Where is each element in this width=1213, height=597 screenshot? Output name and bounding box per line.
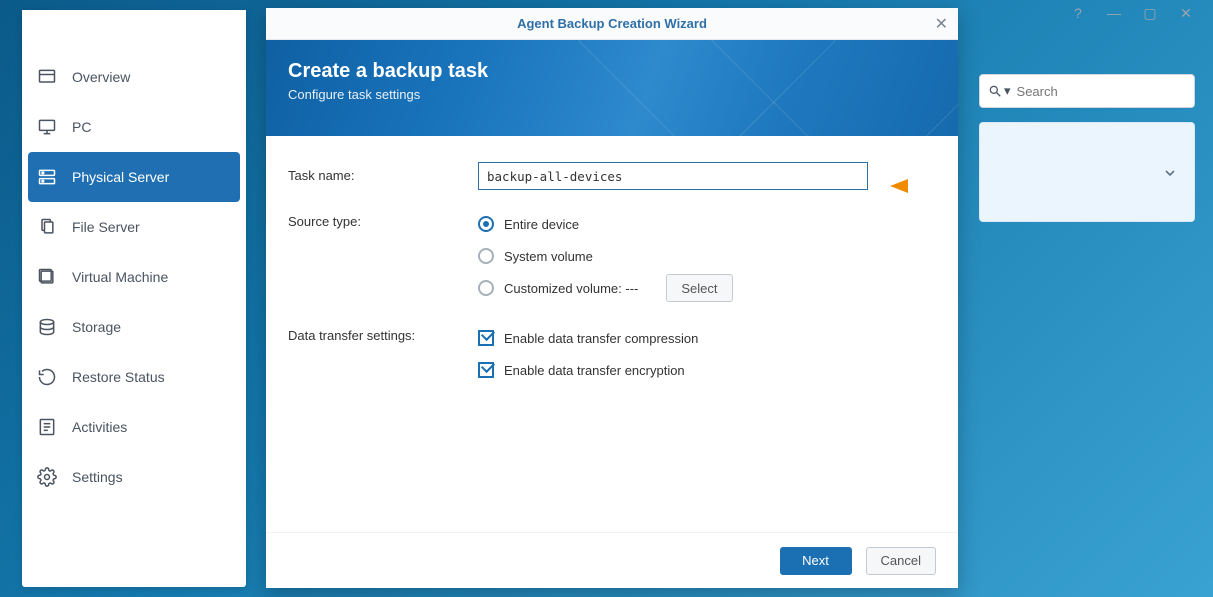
sidebar-item-settings[interactable]: Settings: [22, 452, 246, 502]
modal-hero-subtitle: Configure task settings: [288, 87, 936, 102]
sidebar-item-activities[interactable]: Activities: [22, 402, 246, 452]
fileserver-icon: [36, 216, 58, 238]
sidebar-item-pc[interactable]: PC: [22, 102, 246, 152]
check-compression[interactable]: Enable data transfer compression: [478, 322, 936, 354]
sidebar-item-file-server[interactable]: File Server: [22, 202, 246, 252]
search-input[interactable]: [1017, 84, 1193, 99]
modal-title: Agent Backup Creation Wizard: [517, 16, 707, 31]
select-volume-button[interactable]: Select: [666, 274, 732, 302]
sidebar-item-overview[interactable]: Overview: [22, 52, 246, 102]
modal-footer: Next Cancel: [266, 532, 958, 588]
source-type-label: Source type:: [288, 208, 478, 229]
restore-icon: [36, 366, 58, 388]
checkbox-icon: [478, 362, 494, 378]
check-encryption[interactable]: Enable data transfer encryption: [478, 354, 936, 386]
sidebar-item-label: Physical Server: [72, 169, 169, 185]
radio-label: Customized volume: ---: [504, 281, 638, 296]
gear-icon: [36, 466, 58, 488]
sidebar-item-label: File Server: [72, 219, 140, 235]
overview-icon: [36, 66, 58, 88]
sidebar-item-restore-status[interactable]: Restore Status: [22, 352, 246, 402]
sidebar-item-physical-server[interactable]: Physical Server: [28, 152, 240, 202]
modal-body: Task name: Source type: Entire device Sy…: [266, 136, 958, 532]
radio-icon: [478, 216, 494, 232]
task-name-label: Task name:: [288, 162, 478, 183]
sidebar-item-label: Overview: [72, 69, 130, 85]
modal-hero-title: Create a backup task: [288, 60, 936, 83]
sidebar-item-label: Virtual Machine: [72, 269, 168, 285]
sidebar-item-label: Storage: [72, 319, 121, 335]
search-box[interactable]: ▾: [979, 74, 1195, 108]
sidebar-item-virtual-machine[interactable]: Virtual Machine: [22, 252, 246, 302]
next-button[interactable]: Next: [780, 547, 852, 575]
help-icon[interactable]: ?: [1069, 6, 1087, 20]
modal-titlebar: Agent Backup Creation Wizard ✕: [266, 8, 958, 40]
sidebar-item-storage[interactable]: Storage: [22, 302, 246, 352]
search-icon: ▾: [988, 83, 1011, 99]
collapsed-card[interactable]: [979, 122, 1195, 222]
sidebar-item-label: Activities: [72, 419, 127, 435]
minimize-icon[interactable]: —: [1105, 6, 1123, 20]
sidebar: Overview PC Physical Server File Server …: [22, 10, 246, 587]
close-icon[interactable]: ✕: [1177, 6, 1195, 20]
window-controls: ? — ▢ ✕: [1069, 6, 1195, 20]
task-name-input[interactable]: [478, 162, 868, 190]
radio-label: Entire device: [504, 217, 579, 232]
right-panel: ▾: [979, 74, 1195, 222]
wizard-modal: Agent Backup Creation Wizard ✕ Create a …: [266, 8, 958, 588]
cancel-button[interactable]: Cancel: [866, 547, 936, 575]
pc-icon: [36, 116, 58, 138]
modal-hero: Create a backup task Configure task sett…: [266, 40, 958, 136]
data-transfer-settings-label: Data transfer settings:: [288, 322, 478, 343]
vm-icon: [36, 266, 58, 288]
server-icon: [36, 166, 58, 188]
sidebar-item-label: Restore Status: [72, 369, 165, 385]
storage-icon: [36, 316, 58, 338]
radio-icon: [478, 248, 494, 264]
radio-customized-volume[interactable]: Customized volume: --- Select: [478, 272, 936, 304]
checkbox-label: Enable data transfer compression: [504, 331, 698, 346]
radio-entire-device[interactable]: Entire device: [478, 208, 936, 240]
sidebar-item-label: PC: [72, 119, 91, 135]
sidebar-item-label: Settings: [72, 469, 123, 485]
checkbox-icon: [478, 330, 494, 346]
maximize-icon[interactable]: ▢: [1141, 6, 1159, 20]
chevron-down-icon: [1162, 165, 1178, 184]
radio-label: System volume: [504, 249, 593, 264]
checkbox-label: Enable data transfer encryption: [504, 363, 685, 378]
activities-icon: [36, 416, 58, 438]
radio-icon: [478, 280, 494, 296]
radio-system-volume[interactable]: System volume: [478, 240, 936, 272]
modal-close-icon[interactable]: ✕: [935, 14, 948, 34]
